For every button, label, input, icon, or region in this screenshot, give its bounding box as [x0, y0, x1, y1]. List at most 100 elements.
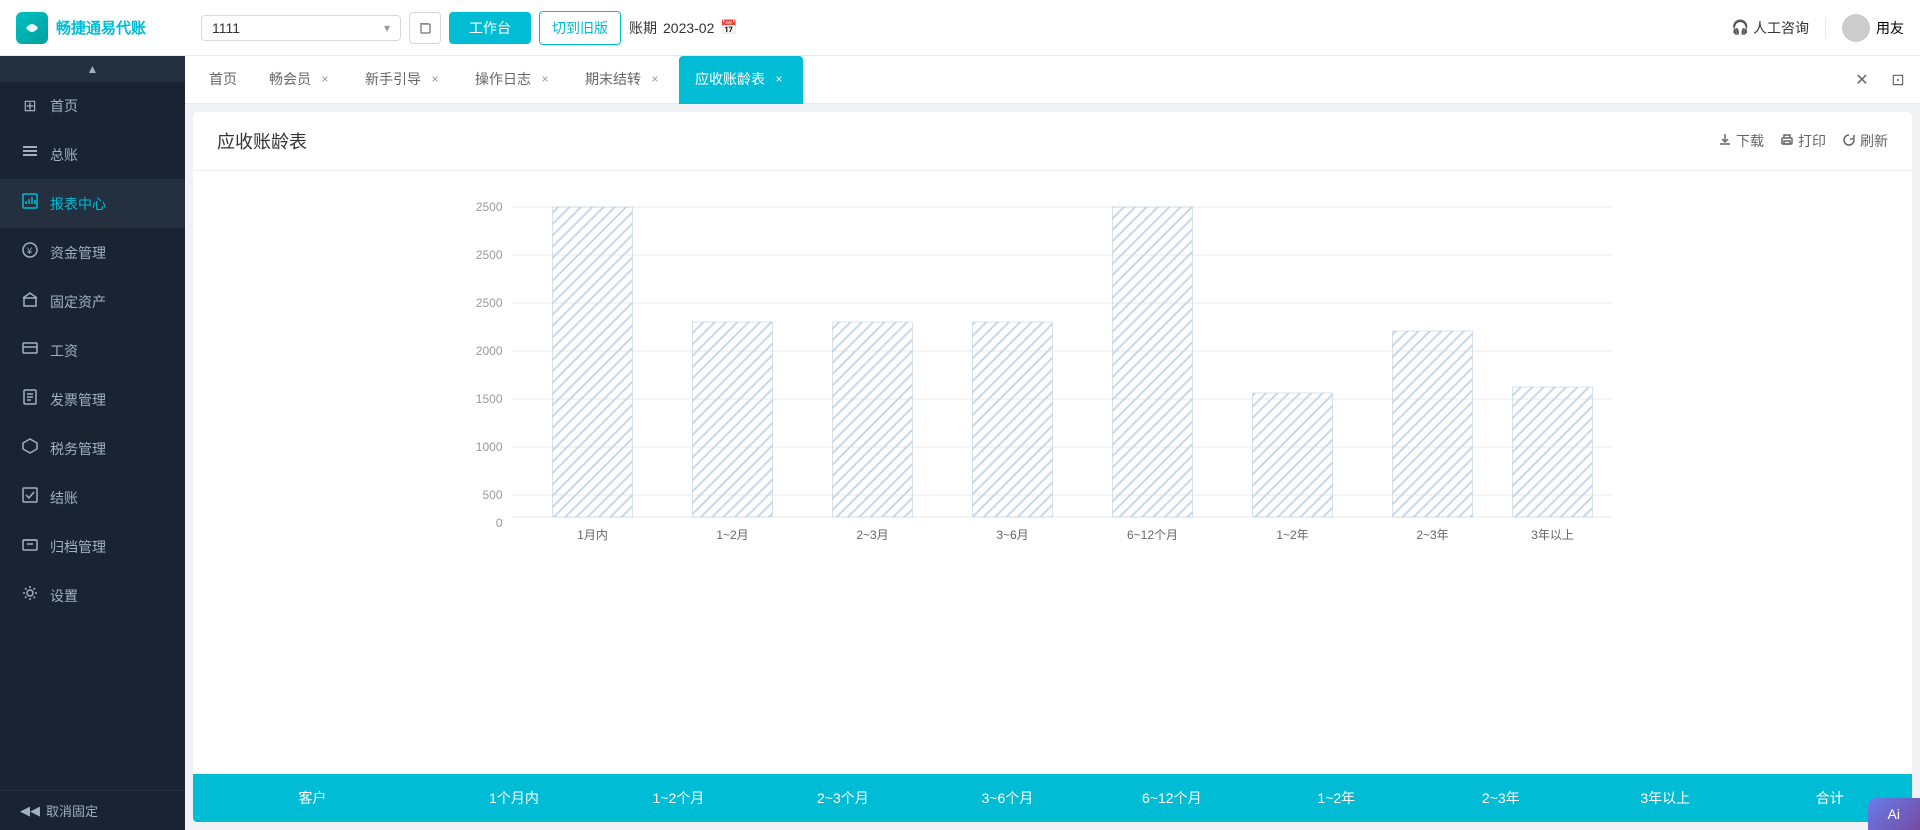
sidebar-scroll-up[interactable]: ▲	[0, 56, 185, 82]
ledger-icon	[20, 144, 40, 165]
svg-text:2500: 2500	[476, 248, 503, 262]
tab-member-close[interactable]: ×	[317, 71, 333, 87]
sidebar-item-invoice[interactable]: 发票管理	[0, 375, 185, 424]
assets-icon	[20, 291, 40, 312]
tab-ar-aging[interactable]: 应收账龄表 ×	[679, 56, 803, 104]
refresh-button[interactable]: 刷新	[1842, 131, 1888, 151]
download-icon	[1718, 133, 1732, 150]
svg-text:2000: 2000	[476, 344, 503, 358]
sidebar-item-fixed-assets[interactable]: 固定资产	[0, 277, 185, 326]
sidebar-item-checkout[interactable]: 结账	[0, 473, 185, 522]
tab-home-label: 首页	[209, 69, 237, 89]
svg-text:¥: ¥	[26, 246, 33, 256]
sidebar-label-tax: 税务管理	[50, 439, 106, 459]
cancel-fixed-label: 取消固定	[46, 801, 98, 820]
company-name: 1111	[212, 20, 240, 36]
sidebar-item-archive[interactable]: 归档管理	[0, 522, 185, 571]
svg-text:2500: 2500	[476, 296, 503, 310]
sidebar: ▲ ⊞ 首页 总账 报表中心 ¥ 资金管理 固定资产	[0, 56, 185, 830]
svg-text:2500: 2500	[476, 200, 503, 214]
sidebar-label-home: 首页	[50, 96, 78, 116]
sidebar-item-report-center[interactable]: 报表中心	[0, 179, 185, 228]
tab-oplog-label: 操作日志	[475, 69, 531, 89]
main-layout: ▲ ⊞ 首页 总账 报表中心 ¥ 资金管理 固定资产	[0, 56, 1920, 830]
sidebar-label-fund: 资金管理	[50, 243, 106, 263]
tab-member-label: 畅会员	[269, 69, 311, 89]
ai-button[interactable]: Ai	[1868, 798, 1920, 830]
tabs-bar: 首页 畅会员 × 新手引导 × 操作日志 × 期末结转 × 应收账龄表 ×	[185, 56, 1920, 104]
print-label: 打印	[1798, 131, 1826, 151]
settings-icon	[20, 585, 40, 606]
tab-home[interactable]: 首页	[193, 56, 253, 104]
tab-member[interactable]: 畅会员 ×	[253, 56, 349, 104]
svg-text:500: 500	[482, 488, 502, 502]
pin-icon: ◀◀	[20, 803, 40, 819]
tab-period-end[interactable]: 期末结转 ×	[569, 56, 679, 104]
fund-icon: ¥	[20, 242, 40, 263]
tab-ar-close[interactable]: ×	[771, 71, 787, 87]
svg-text:1000: 1000	[476, 440, 503, 454]
version-button[interactable]: 切到旧版	[539, 11, 621, 45]
user-area[interactable]: 用友	[1842, 14, 1904, 42]
tab-oplog-close[interactable]: ×	[537, 71, 553, 87]
sidebar-item-salary[interactable]: 工资	[0, 326, 185, 375]
col-1-2year: 1~2年	[1254, 788, 1418, 808]
company-selector[interactable]: 1111 ▾	[201, 15, 401, 41]
tab-period-close[interactable]: ×	[647, 71, 663, 87]
tab-guide-label: 新手引导	[365, 69, 421, 89]
checkout-icon	[20, 487, 40, 508]
expand-window-button[interactable]: ⊡	[1884, 66, 1912, 94]
period-area: 账期 2023-02 📅	[629, 18, 738, 38]
col-2-3month: 2~3个月	[761, 788, 925, 808]
sidebar-item-tax[interactable]: 税务管理	[0, 424, 185, 473]
sidebar-item-general-ledger[interactable]: 总账	[0, 130, 185, 179]
svg-text:3~6月: 3~6月	[996, 528, 1028, 542]
period-label: 账期	[629, 18, 657, 38]
calendar-icon[interactable]: 📅	[720, 19, 737, 36]
app-name: 畅捷通易代账	[56, 17, 146, 38]
logo-icon	[16, 12, 48, 44]
sidebar-label-salary: 工资	[50, 341, 78, 361]
invoice-icon	[20, 389, 40, 410]
tab-guide[interactable]: 新手引导 ×	[349, 56, 459, 104]
tabs-right: ✕ ⊡	[1848, 66, 1912, 94]
svg-text:2~3年: 2~3年	[1416, 528, 1448, 542]
col-3-6month: 3~6个月	[925, 788, 1089, 808]
sidebar-item-home[interactable]: ⊞ 首页	[0, 82, 185, 130]
sidebar-label-invoice: 发票管理	[50, 390, 106, 410]
header-right: 🎧 人工咨询 用友	[1732, 14, 1904, 42]
sidebar-label-assets: 固定资产	[50, 292, 106, 312]
sidebar-bottom: ◀◀ 取消固定	[0, 790, 185, 830]
svg-text:3年以上: 3年以上	[1531, 528, 1574, 542]
sidebar-item-fund[interactable]: ¥ 资金管理	[0, 228, 185, 277]
refresh-icon	[1842, 133, 1856, 150]
tab-guide-close[interactable]: ×	[427, 71, 443, 87]
page-header: 应收账龄表 下载 打印	[193, 112, 1912, 171]
tab-operation-log[interactable]: 操作日志 ×	[459, 56, 569, 104]
download-label: 下载	[1736, 131, 1764, 151]
copy-button[interactable]	[409, 12, 441, 44]
chart-area: 2500 2500 2500 2000 1500 1000 500 0	[193, 171, 1912, 774]
svg-text:1500: 1500	[476, 392, 503, 406]
print-button[interactable]: 打印	[1780, 131, 1826, 151]
page-content: 应收账龄表 下载 打印	[193, 112, 1912, 822]
logo-area: 畅捷通易代账	[16, 12, 201, 44]
consult-button[interactable]: 🎧 人工咨询	[1732, 18, 1809, 38]
download-button[interactable]: 下载	[1718, 131, 1764, 151]
col-2-3year: 2~3年	[1419, 788, 1583, 808]
salary-icon	[20, 340, 40, 361]
workbench-button[interactable]: 工作台	[449, 12, 531, 44]
user-avatar	[1842, 14, 1870, 42]
sidebar-label-ledger: 总账	[50, 145, 78, 165]
close-window-button[interactable]: ✕	[1848, 66, 1876, 94]
sidebar-label-settings: 设置	[50, 586, 78, 606]
company-area: 1111 ▾ 工作台 切到旧版 账期 2023-02 📅	[201, 11, 1732, 45]
home-icon: ⊞	[20, 96, 40, 116]
cancel-fixed-button[interactable]: ◀◀ 取消固定	[0, 791, 185, 830]
archive-icon	[20, 536, 40, 557]
sidebar-item-settings[interactable]: 设置	[0, 571, 185, 620]
col-6-12month: 6~12个月	[1090, 788, 1254, 808]
sidebar-label-checkout: 结账	[50, 488, 78, 508]
print-icon	[1780, 133, 1794, 150]
dropdown-arrow-icon: ▾	[384, 21, 390, 35]
